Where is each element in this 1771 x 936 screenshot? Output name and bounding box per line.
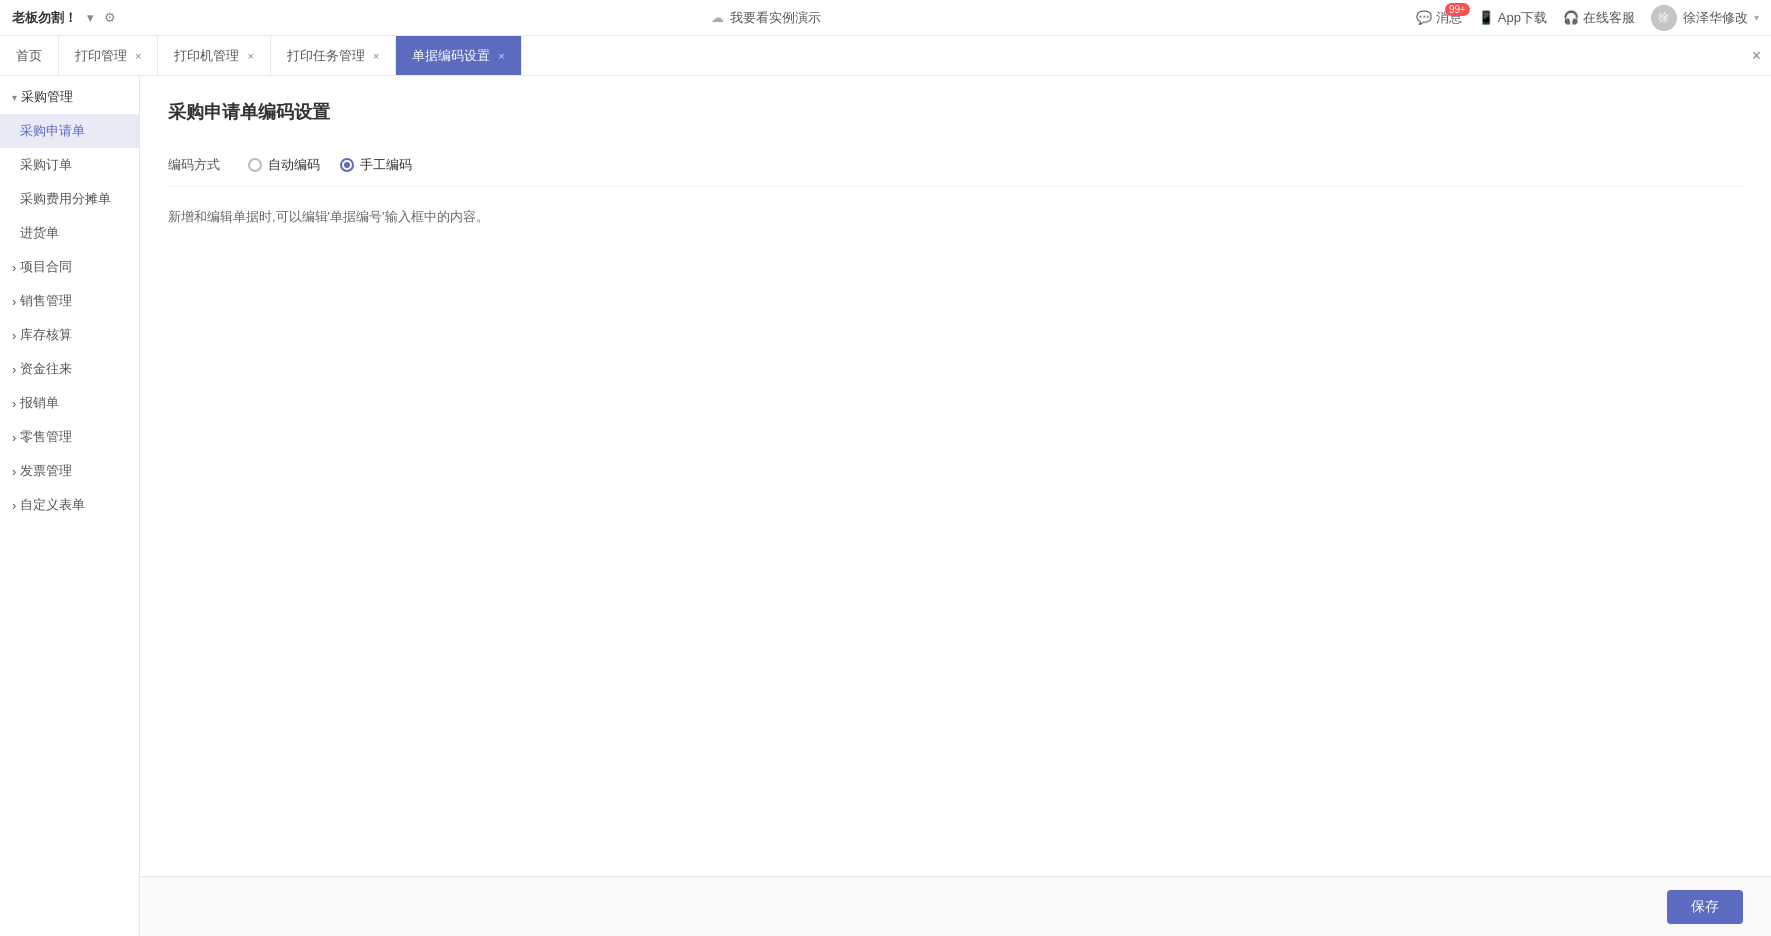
auto-encoding-radio[interactable] — [248, 158, 262, 172]
tab-barcode-setting[interactable]: 单据编码设置 × — [396, 36, 521, 75]
sidebar-item-sales-mgmt-label: 销售管理 — [20, 292, 72, 310]
sidebar-item-purchase-expense[interactable]: 采购费用分摊单 — [0, 182, 139, 216]
encoding-row: 编码方式 自动编码 手工编码 — [168, 144, 1743, 187]
manual-encoding-option[interactable]: 手工编码 — [340, 156, 412, 174]
sidebar-item-project-contract-label: 项目合同 — [20, 258, 72, 276]
announcement-text[interactable]: 我要看实例演示 — [730, 9, 821, 27]
encoding-method-label: 编码方式 — [168, 156, 228, 174]
tab-home[interactable]: 首页 — [0, 36, 59, 75]
sidebar-group-purchase-label: 采购管理 — [21, 88, 73, 106]
message-badge: 99+ — [1445, 3, 1470, 16]
page-title: 采购申请单编码设置 — [168, 100, 1743, 124]
sidebar-item-retail-mgmt[interactable]: › 零售管理 — [0, 420, 139, 454]
sidebar-item-invoice-mgmt-label: 发票管理 — [20, 462, 72, 480]
online-service-button[interactable]: 🎧 在线客服 — [1563, 9, 1635, 27]
app-download-button[interactable]: 📱 App下载 — [1478, 9, 1547, 27]
app-download-label: App下载 — [1498, 9, 1547, 27]
arrow-right-icon-2: › — [12, 294, 16, 309]
arrow-right-icon-5: › — [12, 396, 16, 411]
sidebar-item-purchase-order-label: 采购订单 — [20, 157, 72, 172]
footer-bar: 保存 — [140, 876, 1771, 936]
sidebar-item-purchase-expense-label: 采购费用分摊单 — [20, 191, 111, 206]
sidebar-item-inbound[interactable]: 进货单 — [0, 216, 139, 250]
service-icon: 🎧 — [1563, 10, 1579, 25]
top-bar-left: 老板勿割！ ▾ ⚙ — [12, 9, 116, 27]
app-icon: 📱 — [1478, 10, 1494, 25]
tab-print-mgmt-label: 打印管理 — [75, 47, 127, 65]
cloud-icon: ☁ — [711, 10, 724, 25]
tab-printer-mgmt-label: 打印机管理 — [174, 47, 239, 65]
tab-barcode-setting-label: 单据编码设置 — [412, 47, 490, 65]
close-all-icon: × — [1752, 47, 1761, 65]
page-content: 采购申请单编码设置 编码方式 自动编码 手工编码 新增和编辑单据时,可以编辑'单… — [140, 76, 1771, 876]
sidebar-item-returns[interactable]: › 报销单 — [0, 386, 139, 420]
sidebar-item-inbound-label: 进货单 — [20, 225, 59, 240]
sidebar-item-project-contract[interactable]: › 项目合同 — [0, 250, 139, 284]
tab-print-mgmt[interactable]: 打印管理 × — [59, 36, 158, 75]
sidebar-item-custom-forms-label: 自定义表单 — [20, 496, 85, 514]
sidebar-item-capital-flow[interactable]: › 资金往来 — [0, 352, 139, 386]
sidebar-item-returns-label: 报销单 — [20, 394, 59, 412]
tab-print-task[interactable]: 打印任务管理 × — [271, 36, 396, 75]
tab-print-task-label: 打印任务管理 — [287, 47, 365, 65]
sidebar-item-sales-mgmt[interactable]: › 销售管理 — [0, 284, 139, 318]
arrow-right-icon-4: › — [12, 362, 16, 377]
avatar: 徐 — [1651, 5, 1677, 31]
close-all-tabs[interactable]: × — [1742, 36, 1771, 75]
user-name: 徐泽华修改 — [1683, 9, 1748, 27]
manual-encoding-label: 手工编码 — [360, 156, 412, 174]
top-bar-center: ☁ 我要看实例演示 — [711, 9, 821, 27]
sidebar-item-purchase-order[interactable]: 采购订单 — [0, 148, 139, 182]
auto-encoding-option[interactable]: 自动编码 — [248, 156, 320, 174]
auto-encoding-label: 自动编码 — [268, 156, 320, 174]
logo-text: 老板勿割！ — [12, 9, 77, 27]
sidebar-group-purchase: ▾ 采购管理 采购申请单 采购订单 采购费用分摊单 进货单 — [0, 80, 139, 250]
description-text: 新增和编辑单据时,可以编辑'单据编号'输入框中的内容。 — [168, 207, 1743, 228]
sidebar-item-capital-flow-label: 资金往来 — [20, 360, 72, 378]
sidebar-item-retail-mgmt-label: 零售管理 — [20, 428, 72, 446]
save-button[interactable]: 保存 — [1667, 890, 1743, 924]
settings-icon[interactable]: ⚙ — [104, 10, 116, 25]
sidebar-item-purchase-request-label: 采购申请单 — [20, 123, 85, 138]
sidebar-item-custom-forms[interactable]: › 自定义表单 — [0, 488, 139, 522]
tab-home-label: 首页 — [16, 47, 42, 65]
arrow-down-icon: ▾ — [12, 92, 17, 103]
arrow-right-icon-3: › — [12, 328, 16, 343]
avatar-text: 徐 — [1658, 10, 1669, 25]
online-service-label: 在线客服 — [1583, 9, 1635, 27]
content-area: 采购申请单编码设置 编码方式 自动编码 手工编码 新增和编辑单据时,可以编辑'单… — [140, 76, 1771, 936]
user-info[interactable]: 徐 徐泽华修改 ▾ — [1651, 5, 1759, 31]
top-bar-right: 💬 消息 99+ 📱 App下载 🎧 在线客服 徐 徐泽华修改 ▾ — [1416, 5, 1759, 31]
message-button[interactable]: 💬 消息 99+ — [1416, 9, 1462, 27]
tab-barcode-setting-close[interactable]: × — [498, 50, 504, 62]
sidebar: ▾ 采购管理 采购申请单 采购订单 采购费用分摊单 进货单 › 项目合同 › 销… — [0, 76, 140, 936]
main-layout: ▾ 采购管理 采购申请单 采购订单 采购费用分摊单 进货单 › 项目合同 › 销… — [0, 76, 1771, 936]
arrow-right-icon-7: › — [12, 464, 16, 479]
tab-printer-mgmt-close[interactable]: × — [247, 50, 253, 62]
tab-print-task-close[interactable]: × — [373, 50, 379, 62]
sidebar-group-title-purchase[interactable]: ▾ 采购管理 — [0, 80, 139, 114]
sidebar-item-inventory[interactable]: › 库存核算 — [0, 318, 139, 352]
sidebar-item-invoice-mgmt[interactable]: › 发票管理 — [0, 454, 139, 488]
manual-encoding-radio[interactable] — [340, 158, 354, 172]
arrow-right-icon-1: › — [12, 260, 16, 275]
dropdown-icon[interactable]: ▾ — [87, 10, 94, 25]
message-icon: 💬 — [1416, 10, 1432, 25]
top-bar: 老板勿割！ ▾ ⚙ ☁ 我要看实例演示 💬 消息 99+ 📱 App下载 🎧 在… — [0, 0, 1771, 36]
arrow-right-icon-6: › — [12, 430, 16, 445]
tab-print-mgmt-close[interactable]: × — [135, 50, 141, 62]
tab-printer-mgmt[interactable]: 打印机管理 × — [158, 36, 270, 75]
tab-bar: 首页 打印管理 × 打印机管理 × 打印任务管理 × 单据编码设置 × × — [0, 36, 1771, 76]
sidebar-item-inventory-label: 库存核算 — [20, 326, 72, 344]
arrow-right-icon-8: › — [12, 498, 16, 513]
user-dropdown-icon: ▾ — [1754, 12, 1759, 23]
sidebar-item-purchase-request[interactable]: 采购申请单 — [0, 114, 139, 148]
